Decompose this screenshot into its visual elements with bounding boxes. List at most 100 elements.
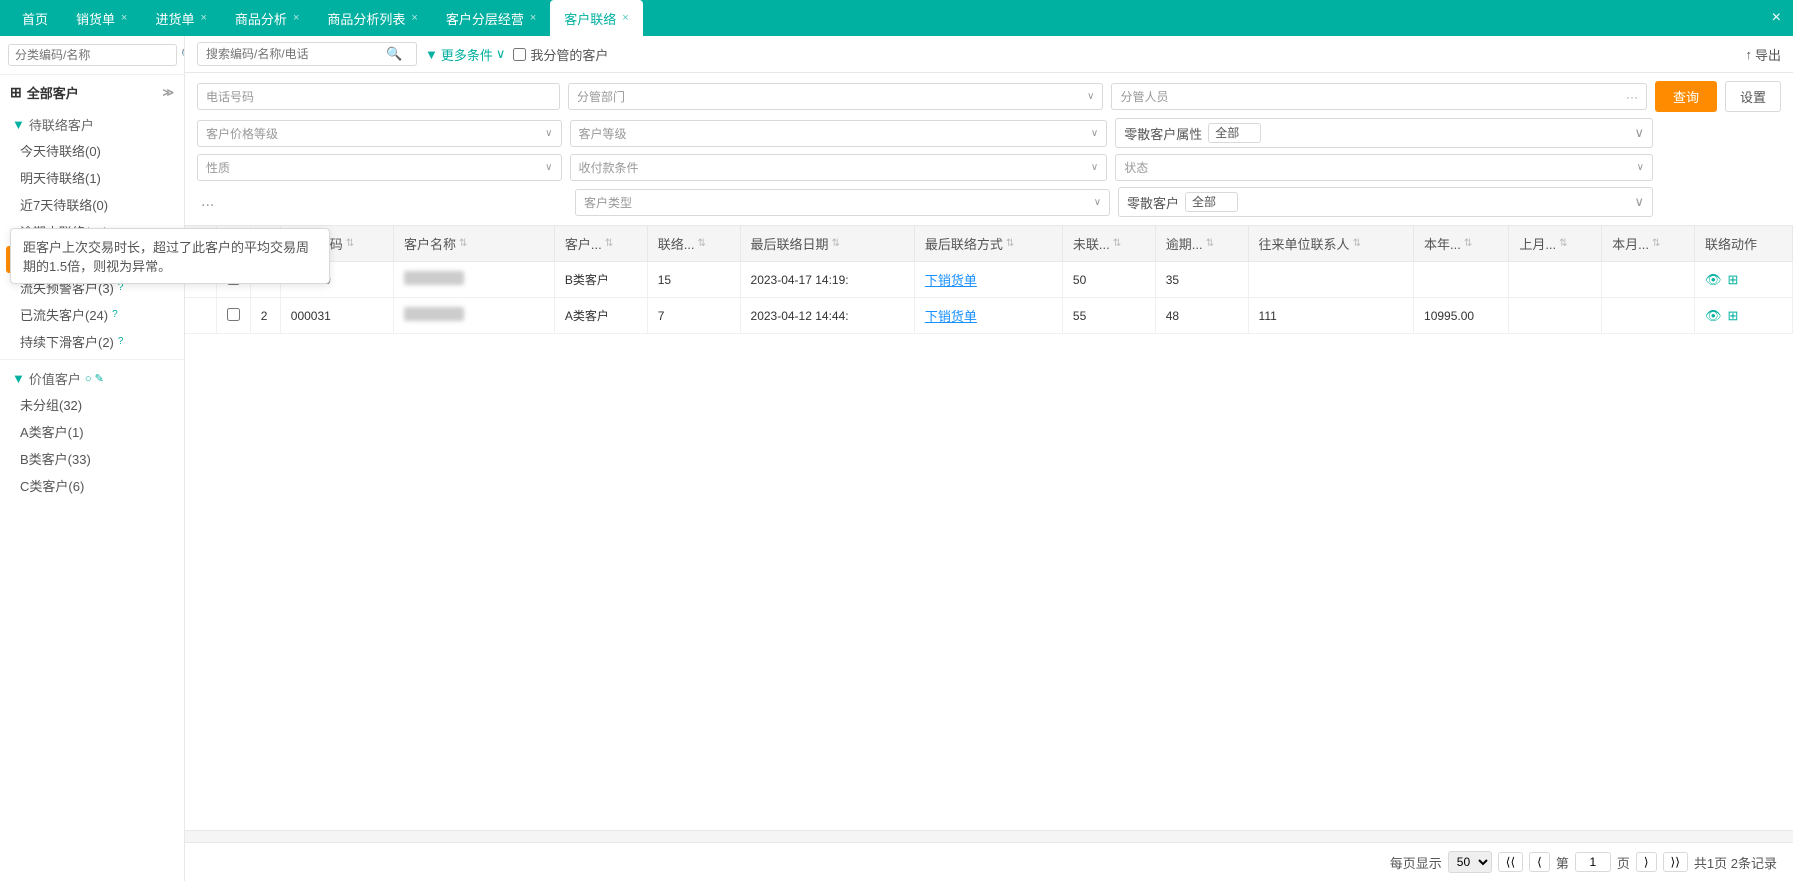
- query-button[interactable]: 查询: [1655, 81, 1717, 112]
- search-box[interactable]: 🔍: [197, 42, 417, 66]
- td-contact-2: 7: [647, 298, 740, 334]
- last-page-button[interactable]: ⟩⟩: [1663, 852, 1688, 872]
- payment-dropdown-icon: ∨: [1091, 162, 1098, 173]
- prev-page-button[interactable]: ⟨: [1529, 852, 1550, 872]
- sidebar-search-input[interactable]: [8, 44, 177, 66]
- retail-attr-select[interactable]: 全部: [1208, 123, 1261, 143]
- page-input[interactable]: [1575, 852, 1611, 872]
- th-unit-contact[interactable]: 往来单位联系人⇅: [1248, 226, 1413, 262]
- nav-sales-order[interactable]: 销货单 ×: [62, 0, 141, 36]
- th-contact[interactable]: 联络...⇅: [647, 226, 740, 262]
- sidebar-item-class-a[interactable]: A类客户(1): [0, 418, 184, 445]
- filter-status[interactable]: 状态 ∨: [1115, 154, 1653, 181]
- contact-method-link-1[interactable]: 下销货单: [925, 273, 977, 288]
- close-sales-order-icon[interactable]: ×: [121, 12, 127, 24]
- my-customers-toggle[interactable]: 我分管的客户: [513, 45, 608, 64]
- sidebar-item-7days[interactable]: 近7天待联络(0): [0, 191, 184, 218]
- grid-icon-2[interactable]: ⊞: [1727, 308, 1738, 324]
- grid-icon-1[interactable]: ⊞: [1727, 272, 1738, 288]
- per-page-label: 每页显示: [1390, 853, 1442, 872]
- search-input[interactable]: [206, 47, 386, 61]
- horizontal-scrollbar[interactable]: [185, 830, 1793, 842]
- more-conditions-btn[interactable]: ▼ 更多条件 ∨: [425, 45, 505, 64]
- search-icon[interactable]: 🔍: [386, 46, 402, 62]
- td-checkbox-2[interactable]: [216, 298, 250, 334]
- nav-purchase-order[interactable]: 进货单 ×: [141, 0, 220, 36]
- th-last-contact-date[interactable]: 最后联络日期⇅: [740, 226, 914, 262]
- th-unreached[interactable]: 未联...⇅: [1062, 226, 1155, 262]
- sidebar-item-unclassified[interactable]: 未分组(32): [0, 391, 184, 418]
- total-label: 共1页 2条记录: [1694, 853, 1777, 872]
- export-button[interactable]: ↑ 导出: [1745, 45, 1781, 64]
- filter-person[interactable]: 分管人员 ···: [1111, 83, 1646, 110]
- close-customer-contact-icon[interactable]: ×: [622, 12, 628, 24]
- filter-more-dots[interactable]: ...: [201, 193, 214, 211]
- filter-payment[interactable]: 收付款条件 ∨: [570, 154, 1108, 181]
- sort-icon-unit: ⇅: [1353, 238, 1361, 249]
- td-method-2[interactable]: 下销货单: [914, 298, 1062, 334]
- sidebar: 🔍 ⊞ 全部客户 ≫ ▼ 待联络客户 今天待联络(0) 明天待联络(1) 近7天…: [0, 36, 185, 881]
- th-this-year[interactable]: 本年...⇅: [1414, 226, 1509, 262]
- td-type-2: A类客户: [554, 298, 647, 334]
- next-page-button[interactable]: ⟩: [1636, 852, 1657, 872]
- retail-customer-dropdown-icon: ∨: [1635, 194, 1645, 210]
- nav-customer-segments[interactable]: 客户分层经营 ×: [432, 0, 550, 36]
- page-size-select[interactable]: 50: [1448, 851, 1492, 873]
- row2-checkbox[interactable]: [227, 308, 240, 321]
- retail-customer-select[interactable]: 全部: [1185, 192, 1238, 212]
- nav-product-analysis-list[interactable]: 商品分析列表 ×: [313, 0, 431, 36]
- price-grade-dropdown-icon: ∨: [545, 128, 552, 139]
- sidebar-item-tomorrow[interactable]: 明天待联络(1): [0, 164, 184, 191]
- sidebar-item-class-b[interactable]: B类客户(33): [0, 445, 184, 472]
- th-this-month[interactable]: 本月...⇅: [1602, 226, 1695, 262]
- td-name-1: [393, 262, 554, 298]
- filter-area: 电话号码 分管部门 ∨ 分管人员 ··· 查询 设置 客户价格等级 ∨: [185, 73, 1793, 226]
- th-overdue[interactable]: 逾期...⇅: [1155, 226, 1248, 262]
- td-year-2: 10995.00: [1414, 298, 1509, 334]
- grid-icon: ⊞: [10, 84, 22, 101]
- sidebar-item-declining[interactable]: 持续下滑客户(2) ?: [0, 328, 184, 355]
- table-row: 2 000031 A类客户 7 2023-04-12 14:44: 下销货单 5…: [185, 298, 1793, 334]
- sidebar-item-today[interactable]: 今天待联络(0): [0, 137, 184, 164]
- close-product-analysis-icon[interactable]: ×: [293, 12, 299, 24]
- sort-icon-type: ⇅: [605, 238, 613, 249]
- td-method-1[interactable]: 下销货单: [914, 262, 1062, 298]
- close-purchase-order-icon[interactable]: ×: [200, 12, 206, 24]
- sidebar-item-class-c[interactable]: C类客户(6): [0, 472, 184, 499]
- nav-product-analysis[interactable]: 商品分析 ×: [221, 0, 313, 36]
- filter-phone[interactable]: 电话号码: [197, 83, 560, 110]
- first-page-button[interactable]: ⟨⟨: [1498, 852, 1523, 872]
- sidebar-item-churned[interactable]: 已流失客户(24) ?: [0, 301, 184, 328]
- nav-home[interactable]: 首页: [8, 0, 62, 36]
- close-product-analysis-list-icon[interactable]: ×: [411, 12, 417, 24]
- filter-price-grade[interactable]: 客户价格等级 ∨: [197, 120, 562, 147]
- sort-icon-last-month: ⇅: [1559, 238, 1567, 249]
- filter-customer-type[interactable]: 客户类型 ∨: [575, 189, 1110, 216]
- th-last-month[interactable]: 上月...⇅: [1509, 226, 1602, 262]
- td-year-1: [1414, 262, 1509, 298]
- all-customers-header[interactable]: ⊞ 全部客户 ≫: [0, 75, 184, 110]
- filter-dept[interactable]: 分管部门 ∨: [568, 83, 1103, 110]
- th-customer-type[interactable]: 客户...⇅: [554, 226, 647, 262]
- my-customers-checkbox[interactable]: [513, 48, 526, 61]
- view-icon-1[interactable]: 👁: [1705, 272, 1722, 288]
- close-customer-segments-icon[interactable]: ×: [530, 12, 536, 24]
- view-icon-2[interactable]: 👁: [1705, 308, 1722, 324]
- customer-name-2: [404, 307, 464, 321]
- contact-method-link-2[interactable]: 下销货单: [925, 309, 977, 324]
- collapse-icon[interactable]: ≫: [162, 86, 174, 99]
- td-thismonth-1: [1602, 262, 1695, 298]
- td-unit-1: [1248, 262, 1413, 298]
- th-action: 联络动作: [1694, 226, 1792, 262]
- th-last-contact-method[interactable]: 最后联络方式⇅: [914, 226, 1062, 262]
- window-close-icon[interactable]: ×: [1772, 9, 1781, 27]
- th-name[interactable]: 客户名称⇅: [393, 226, 554, 262]
- sort-icon-name: ⇅: [459, 238, 467, 249]
- table-area: ⚙ 客户编码⇅ 客户名称⇅ 客户...⇅ 联络...⇅: [185, 226, 1793, 830]
- filter-gender[interactable]: 性质 ∨: [197, 154, 562, 181]
- filter-customer-grade[interactable]: 客户等级 ∨: [570, 120, 1108, 147]
- settings-button[interactable]: 设置: [1725, 81, 1781, 112]
- sort-icon-unreached: ⇅: [1113, 238, 1121, 249]
- nav-customer-contact[interactable]: 客户联络 ×: [550, 0, 642, 36]
- sidebar-edit-icons[interactable]: ○ ✎: [85, 372, 104, 385]
